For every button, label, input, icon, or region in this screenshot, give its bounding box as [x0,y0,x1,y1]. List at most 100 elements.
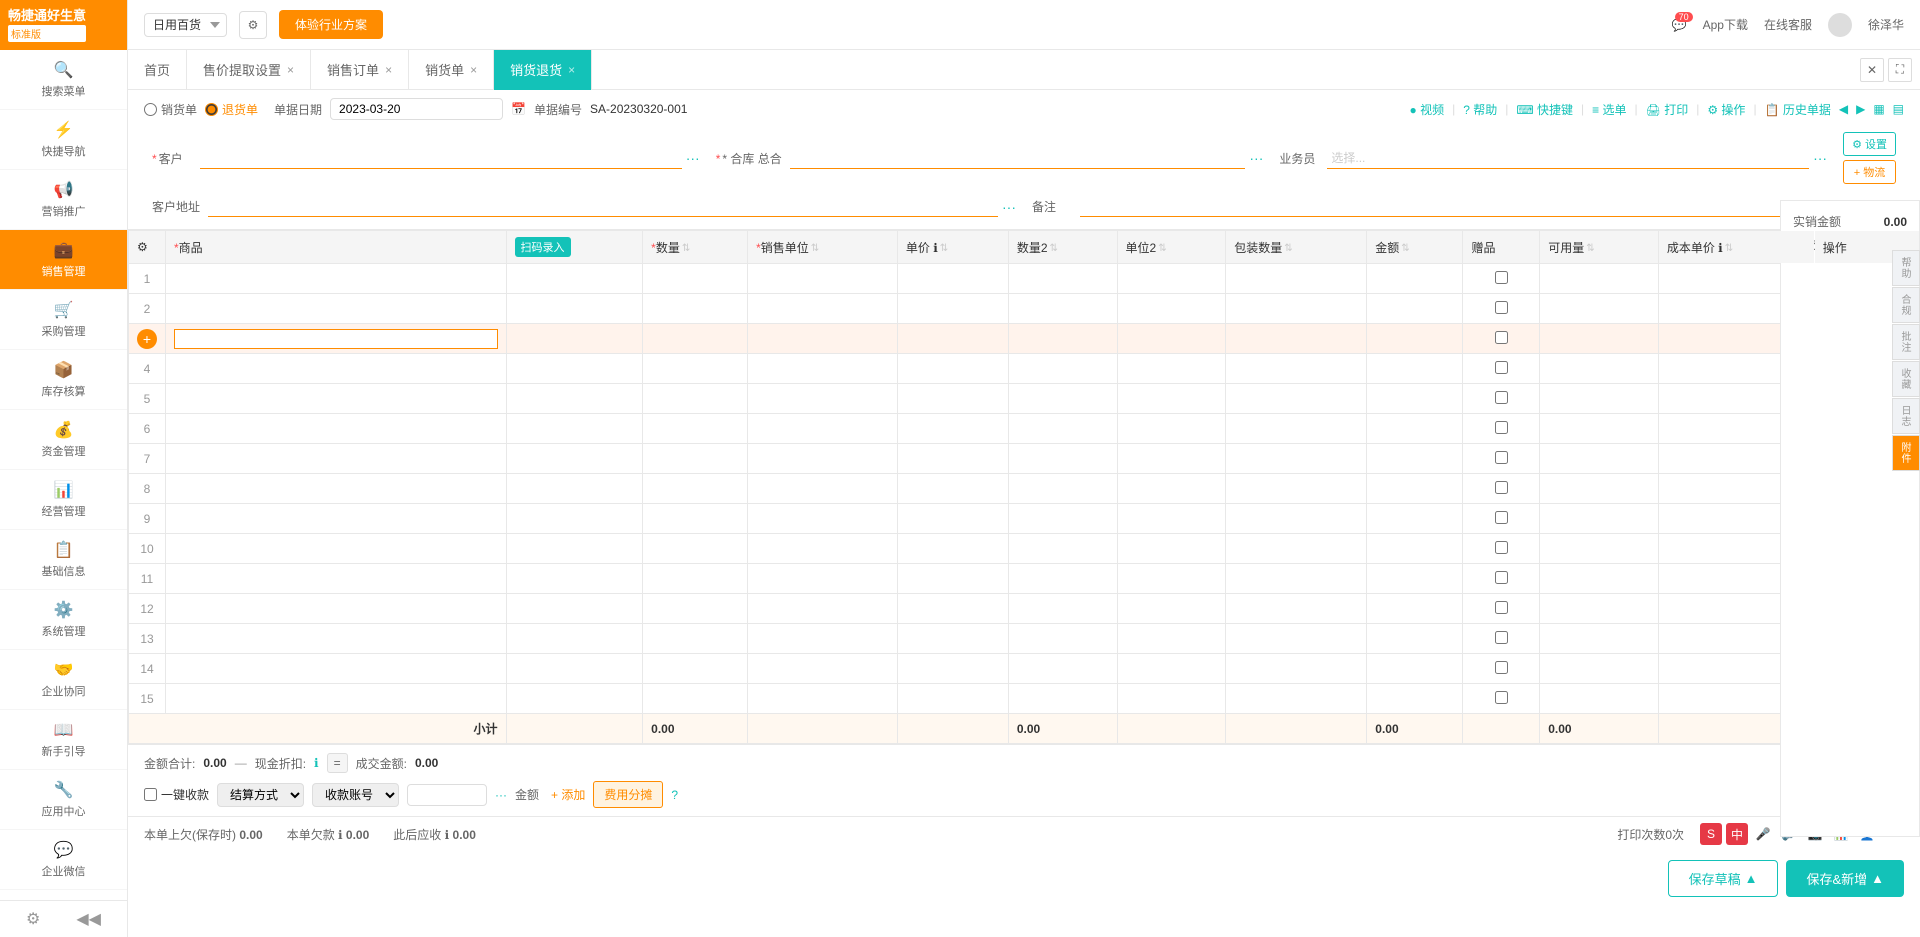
gift-checkbox-2[interactable] [1495,301,1508,314]
amount-cell-7[interactable] [1367,444,1463,474]
pkg-qty-cell-11[interactable] [1226,564,1367,594]
product-cell-5[interactable] [166,384,507,414]
available-cell-6[interactable] [1540,414,1659,444]
add-payment-link[interactable]: + 添加 [551,786,585,803]
gift-checkbox-6[interactable] [1495,421,1508,434]
sidebar-item-4[interactable]: 🛒采购管理 [0,290,127,350]
remark-input[interactable] [1080,196,1896,217]
product-cell-7[interactable] [166,444,507,474]
qty-cell-7[interactable] [643,444,748,474]
tab-1[interactable]: 售价提取设置× [187,50,311,90]
product-cell-3[interactable] [166,324,507,354]
pkg-qty-cell-9[interactable] [1226,504,1367,534]
qty2-cell-9[interactable] [1008,504,1117,534]
unit-cell-7[interactable] [748,444,898,474]
return-radio-label[interactable]: 退货单 [205,101,258,118]
qty2-cell-13[interactable] [1008,624,1117,654]
pkg-qty-cell-10[interactable] [1226,534,1367,564]
gift-checkbox-1[interactable] [1495,271,1508,284]
available-cell-13[interactable] [1540,624,1659,654]
product-cell-8[interactable] [166,474,507,504]
qty-cell-1[interactable] [643,264,748,294]
toolbar-operation[interactable]: ⚙ 操作 [1707,101,1745,118]
rfs-item-2[interactable]: 批注 [1892,324,1920,360]
gift-checkbox-5[interactable] [1495,391,1508,404]
fee-help-icon[interactable]: ? [671,788,678,802]
price-cell-3[interactable] [897,324,1008,354]
tab-4[interactable]: 销货退货× [494,50,592,90]
available-cell-12[interactable] [1540,594,1659,624]
unit-cell-5[interactable] [748,384,898,414]
qty2-cell-3[interactable] [1008,324,1117,354]
sale-radio-label[interactable]: 销货单 [144,101,197,118]
unit-cell-6[interactable] [748,414,898,444]
qty-cell-15[interactable] [643,684,748,714]
settings-btn[interactable]: ⚙ 设置 [1843,132,1896,156]
product-cell-1[interactable] [166,264,507,294]
price-cell-12[interactable] [897,594,1008,624]
qty-cell-12[interactable] [643,594,748,624]
doc-date-input[interactable] [330,98,503,120]
price-cell-13[interactable] [897,624,1008,654]
unit2-cell-9[interactable] [1117,504,1226,534]
price-cell-2[interactable] [897,294,1008,324]
sidebar-item-9[interactable]: ⚙️系统管理 [0,590,127,650]
gift-checkbox-3[interactable] [1495,331,1508,344]
toolbar-print[interactable]: 🖨 打印 [1646,101,1689,118]
qty-cell-2[interactable] [643,294,748,324]
qty2-cell-8[interactable] [1008,474,1117,504]
price-cell-1[interactable] [897,264,1008,294]
cash-discount-help[interactable]: ℹ [314,756,319,770]
gift-checkbox-13[interactable] [1495,631,1508,644]
logistics-btn[interactable]: + 物流 [1843,160,1896,184]
gift-cell-6[interactable] [1463,414,1540,444]
sidebar-item-14[interactable]: 👑畅会员 [0,890,127,900]
sidebar-item-8[interactable]: 📋基础信息 [0,530,127,590]
qty2-cell-1[interactable] [1008,264,1117,294]
gift-checkbox-11[interactable] [1495,571,1508,584]
qty2-cell-2[interactable] [1008,294,1117,324]
pkg-qty-cell-2[interactable] [1226,294,1367,324]
one-click-payment-label[interactable]: 一键收款 [144,786,209,803]
unit-cell-4[interactable] [748,354,898,384]
gift-cell-5[interactable] [1463,384,1540,414]
payment-account-input[interactable] [407,784,487,806]
add-row-btn[interactable]: + [137,329,157,349]
gift-cell-14[interactable] [1463,654,1540,684]
unit-cell-15[interactable] [748,684,898,714]
toolbar-video[interactable]: ● 视频 [1410,101,1445,118]
gift-checkbox-10[interactable] [1495,541,1508,554]
unit-cell-13[interactable] [748,624,898,654]
sidebar-item-0[interactable]: 🔍搜索菜单 [0,50,127,110]
product-cell-4[interactable] [166,354,507,384]
unit-cell-14[interactable] [748,654,898,684]
pkg-qty-cell-8[interactable] [1226,474,1367,504]
account-select[interactable]: 收款账号 [312,783,399,807]
gift-checkbox-8[interactable] [1495,481,1508,494]
amount-cell-3[interactable] [1367,324,1463,354]
available-cell-7[interactable] [1540,444,1659,474]
amount-cell-12[interactable] [1367,594,1463,624]
pkg-qty-cell-6[interactable] [1226,414,1367,444]
amount-cell-4[interactable] [1367,354,1463,384]
gift-cell-11[interactable] [1463,564,1540,594]
tab-close-1[interactable]: × [287,63,294,77]
sidebar-item-11[interactable]: 📖新手引导 [0,710,127,770]
sidebar-item-6[interactable]: 💰资金管理 [0,410,127,470]
qty2-cell-4[interactable] [1008,354,1117,384]
warehouse-select-icon[interactable]: ··· [1249,150,1263,166]
sidebar-item-12[interactable]: 🔧应用中心 [0,770,127,830]
customer-input[interactable] [200,148,682,169]
toolbar-history[interactable]: 📋 历史单据 [1765,101,1831,118]
unit-cell-10[interactable] [748,534,898,564]
scan-btn[interactable]: 扫码录入 [515,237,571,257]
unit2-cell-11[interactable] [1117,564,1226,594]
amount-cell-6[interactable] [1367,414,1463,444]
available-cell-8[interactable] [1540,474,1659,504]
pkg-qty-cell-14[interactable] [1226,654,1367,684]
price-cell-10[interactable] [897,534,1008,564]
amount-cell-13[interactable] [1367,624,1463,654]
available-cell-11[interactable] [1540,564,1659,594]
return-radio[interactable] [205,103,218,116]
unit2-cell-15[interactable] [1117,684,1226,714]
